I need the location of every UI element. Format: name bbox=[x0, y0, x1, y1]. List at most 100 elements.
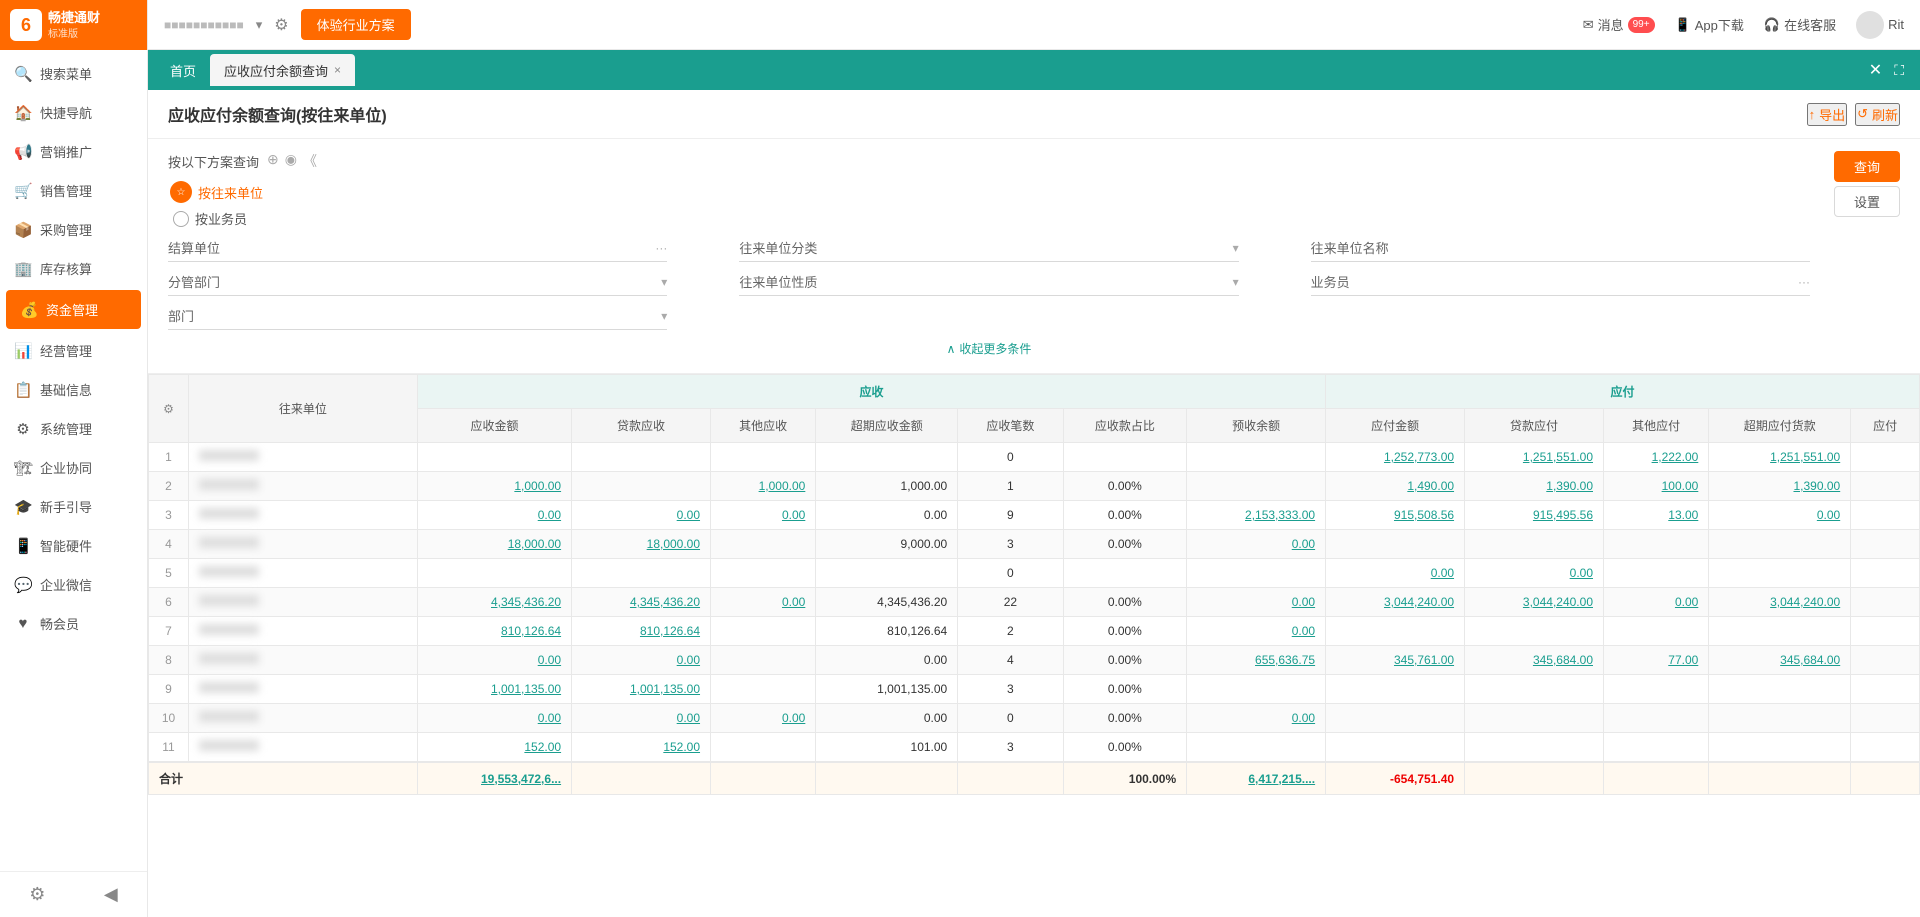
logo-sub: 标准版 bbox=[48, 25, 100, 40]
salesman-dots: ··· bbox=[1798, 275, 1810, 289]
export-icon: ↑ bbox=[1809, 107, 1816, 122]
promo-button[interactable]: 体验行业方案 bbox=[301, 9, 411, 40]
partner-nature-field[interactable]: 往来单位性质 ▾ bbox=[739, 272, 1238, 296]
salesman-field[interactable]: 业务员 ··· bbox=[1311, 272, 1810, 296]
total-ar-amount[interactable]: 19,553,472,6... bbox=[417, 762, 571, 795]
sidebar-item-quicknav[interactable]: 🏠 快捷导航 bbox=[0, 93, 147, 132]
col-ap-overdue: 超期应付货款 bbox=[1709, 409, 1851, 443]
tab-close-window-icon[interactable]: ✕ bbox=[1869, 60, 1882, 80]
wechat-icon: 💬 bbox=[14, 576, 32, 594]
col-ar-loan: 贷款应收 bbox=[572, 409, 711, 443]
settlement-unit-dots: ··· bbox=[655, 241, 667, 255]
purchase-icon: 📦 bbox=[14, 221, 32, 239]
dept-field[interactable]: 部门 ▾ bbox=[168, 306, 667, 330]
col-ap-extra: 应付 bbox=[1851, 409, 1920, 443]
table-row: 1 0 1,252,773.00 1,251,551.00 1,222.00 1… bbox=[149, 443, 1920, 472]
edit-filter-icon[interactable]: ◉ bbox=[285, 151, 297, 171]
query-button[interactable]: 查询 bbox=[1834, 151, 1900, 182]
page-actions: ↑ 导出 ↺ 刷新 bbox=[1807, 103, 1900, 126]
total-ap-loan bbox=[1465, 762, 1604, 795]
partner-name-field[interactable]: 往来单位名称 bbox=[1311, 238, 1810, 262]
sidebar-item-search[interactable]: 🔍 搜索菜单 bbox=[0, 54, 147, 93]
guide-icon: 🎓 bbox=[14, 498, 32, 516]
header-right: ✉ 消息 99+ 📱 App下载 🎧 在线客服 Rit bbox=[1583, 11, 1904, 39]
total-row: 合计 19,553,472,6... 100.00% 6,417,215....… bbox=[149, 762, 1920, 795]
dept-manager-field[interactable]: 分管部门 ▾ bbox=[168, 272, 667, 296]
app-download-button[interactable]: 📱 App下载 bbox=[1675, 15, 1744, 34]
marketing-icon: 📢 bbox=[14, 143, 32, 161]
sidebar-bottom: ⚙ ◀ bbox=[0, 871, 147, 917]
tab-home[interactable]: 首页 bbox=[156, 54, 210, 86]
radio-staff bbox=[173, 211, 189, 227]
sidebar-item-hardware[interactable]: 📱 智能硬件 bbox=[0, 526, 147, 565]
table-row: 8 0.00 0.00 0.00 4 0.00% 655,636.75 345,… bbox=[149, 646, 1920, 675]
sidebar-item-finance[interactable]: 💰 资金管理 bbox=[6, 290, 141, 329]
partner-category-field[interactable]: 往来单位分类 ▾ bbox=[739, 238, 1238, 262]
col-ap-amount: 应付金额 bbox=[1326, 409, 1465, 443]
user-avatar-area[interactable]: Rit bbox=[1856, 11, 1904, 39]
main-content: 应收应付余额查询(按往来单位) ↑ 导出 ↺ 刷新 按以下方案查询 ⊕ ◉ 《 bbox=[148, 90, 1920, 917]
online-service-button[interactable]: 🎧 在线客服 bbox=[1764, 15, 1836, 34]
sidebar-item-basic[interactable]: 📋 基础信息 bbox=[0, 370, 147, 409]
message-button[interactable]: ✉ 消息 99+ bbox=[1583, 15, 1655, 34]
table-row: 7 810,126.64 810,126.64 810,126.64 2 0.0… bbox=[149, 617, 1920, 646]
view-by-partner[interactable]: ☆ 按往来单位 bbox=[170, 181, 1810, 203]
message-badge: 99+ bbox=[1628, 17, 1655, 33]
sidebar-item-guide[interactable]: 🎓 新手引导 bbox=[0, 487, 147, 526]
sidebar-item-wechat[interactable]: 💬 企业微信 bbox=[0, 565, 147, 604]
col-ar-ratio: 应收款占比 bbox=[1063, 409, 1187, 443]
col-group-ap: 应付 bbox=[1326, 375, 1920, 409]
home-icon: 🏠 bbox=[14, 104, 32, 122]
sidebar-item-inventory[interactable]: 🏢 库存核算 bbox=[0, 249, 147, 288]
col-ar-amount: 应收金额 bbox=[417, 409, 571, 443]
total-ap-extra bbox=[1851, 762, 1920, 795]
system-icon: ⚙ bbox=[14, 420, 32, 438]
phone-icon: 📱 bbox=[1675, 17, 1691, 33]
collapse-sidebar-icon[interactable]: ◀ bbox=[96, 880, 126, 909]
total-ar-loan bbox=[572, 762, 711, 795]
avatar bbox=[1856, 11, 1884, 39]
partner-category-dropdown: ▾ bbox=[1233, 241, 1239, 255]
total-ar-prepay[interactable]: 6,417,215.... bbox=[1187, 762, 1326, 795]
sidebar-item-sales[interactable]: 🛒 销售管理 bbox=[0, 171, 147, 210]
sidebar-menu: 🔍 搜索菜单 🏠 快捷导航 📢 营销推广 🛒 销售管理 📦 采购管理 🏢 库存核… bbox=[0, 50, 147, 871]
sidebar-item-system[interactable]: ⚙ 系统管理 bbox=[0, 409, 147, 448]
sidebar-item-member[interactable]: ♥ 畅会员 bbox=[0, 604, 147, 643]
settlement-unit-field[interactable]: 结算单位 ··· bbox=[168, 238, 667, 262]
add-filter-icon[interactable]: ⊕ bbox=[267, 151, 279, 171]
sidebar-item-purchase[interactable]: 📦 采购管理 bbox=[0, 210, 147, 249]
hardware-icon: 📱 bbox=[14, 537, 32, 555]
total-ar-overdue bbox=[816, 762, 958, 795]
finance-icon: 💰 bbox=[20, 301, 38, 319]
settings-bottom-icon[interactable]: ⚙ bbox=[21, 880, 53, 909]
tab-ar-ap[interactable]: 应收应付余额查询 × bbox=[210, 54, 355, 86]
export-button[interactable]: ↑ 导出 bbox=[1807, 103, 1848, 126]
page-header: 应收应付余额查询(按往来单位) ↑ 导出 ↺ 刷新 bbox=[148, 90, 1920, 139]
tab-close-icon[interactable]: × bbox=[334, 63, 341, 77]
collapse-button[interactable]: ∧ 收起更多条件 bbox=[168, 336, 1810, 361]
collapse-filter-icon[interactable]: 《 bbox=[303, 151, 317, 171]
table-row: 2 1,000.00 1,000.00 1,000.00 1 0.00% 1,4… bbox=[149, 472, 1920, 501]
sidebar: 6 畅捷通财 标准版 🔍 搜索菜单 🏠 快捷导航 📢 营销推广 🛒 销售管理 📦… bbox=[0, 0, 148, 917]
dept-dropdown: ▾ bbox=[661, 309, 667, 323]
operations-icon: 📊 bbox=[14, 342, 32, 360]
tab-bar: 首页 应收应付余额查询 × ✕ ⛶ bbox=[148, 50, 1920, 90]
view-by-staff[interactable]: 按业务员 bbox=[173, 209, 1810, 228]
header-gear-icon[interactable]: ⚙ bbox=[274, 15, 288, 35]
total-ar-ratio: 100.00% bbox=[1063, 762, 1187, 795]
sidebar-item-operations[interactable]: 📊 经营管理 bbox=[0, 331, 147, 370]
sidebar-item-marketing[interactable]: 📢 营销推广 bbox=[0, 132, 147, 171]
sidebar-item-enterprise[interactable]: 🏗 企业协同 bbox=[0, 448, 147, 487]
table-row: 4 18,000.00 18,000.00 9,000.00 3 0.00% 0… bbox=[149, 530, 1920, 559]
tab-maximize-icon[interactable]: ⛶ bbox=[1894, 62, 1904, 79]
logo-text: 畅捷通财 bbox=[48, 10, 100, 26]
refresh-button[interactable]: ↺ 刷新 bbox=[1855, 103, 1900, 126]
col-ar-count: 应收笔数 bbox=[958, 409, 1063, 443]
total-label: 合计 bbox=[149, 762, 418, 795]
column-settings-icon[interactable]: ⚙ bbox=[163, 402, 174, 416]
filter-area: 按以下方案查询 ⊕ ◉ 《 ☆ 按往来单位 bbox=[148, 139, 1920, 374]
settings-button[interactable]: 设置 bbox=[1834, 186, 1900, 217]
table-row: 3 0.00 0.00 0.00 0.00 9 0.00% 2,153,333.… bbox=[149, 501, 1920, 530]
sidebar-logo: 6 畅捷通财 标准版 bbox=[0, 0, 147, 50]
header-dropdown-icon[interactable]: ▾ bbox=[256, 17, 263, 33]
